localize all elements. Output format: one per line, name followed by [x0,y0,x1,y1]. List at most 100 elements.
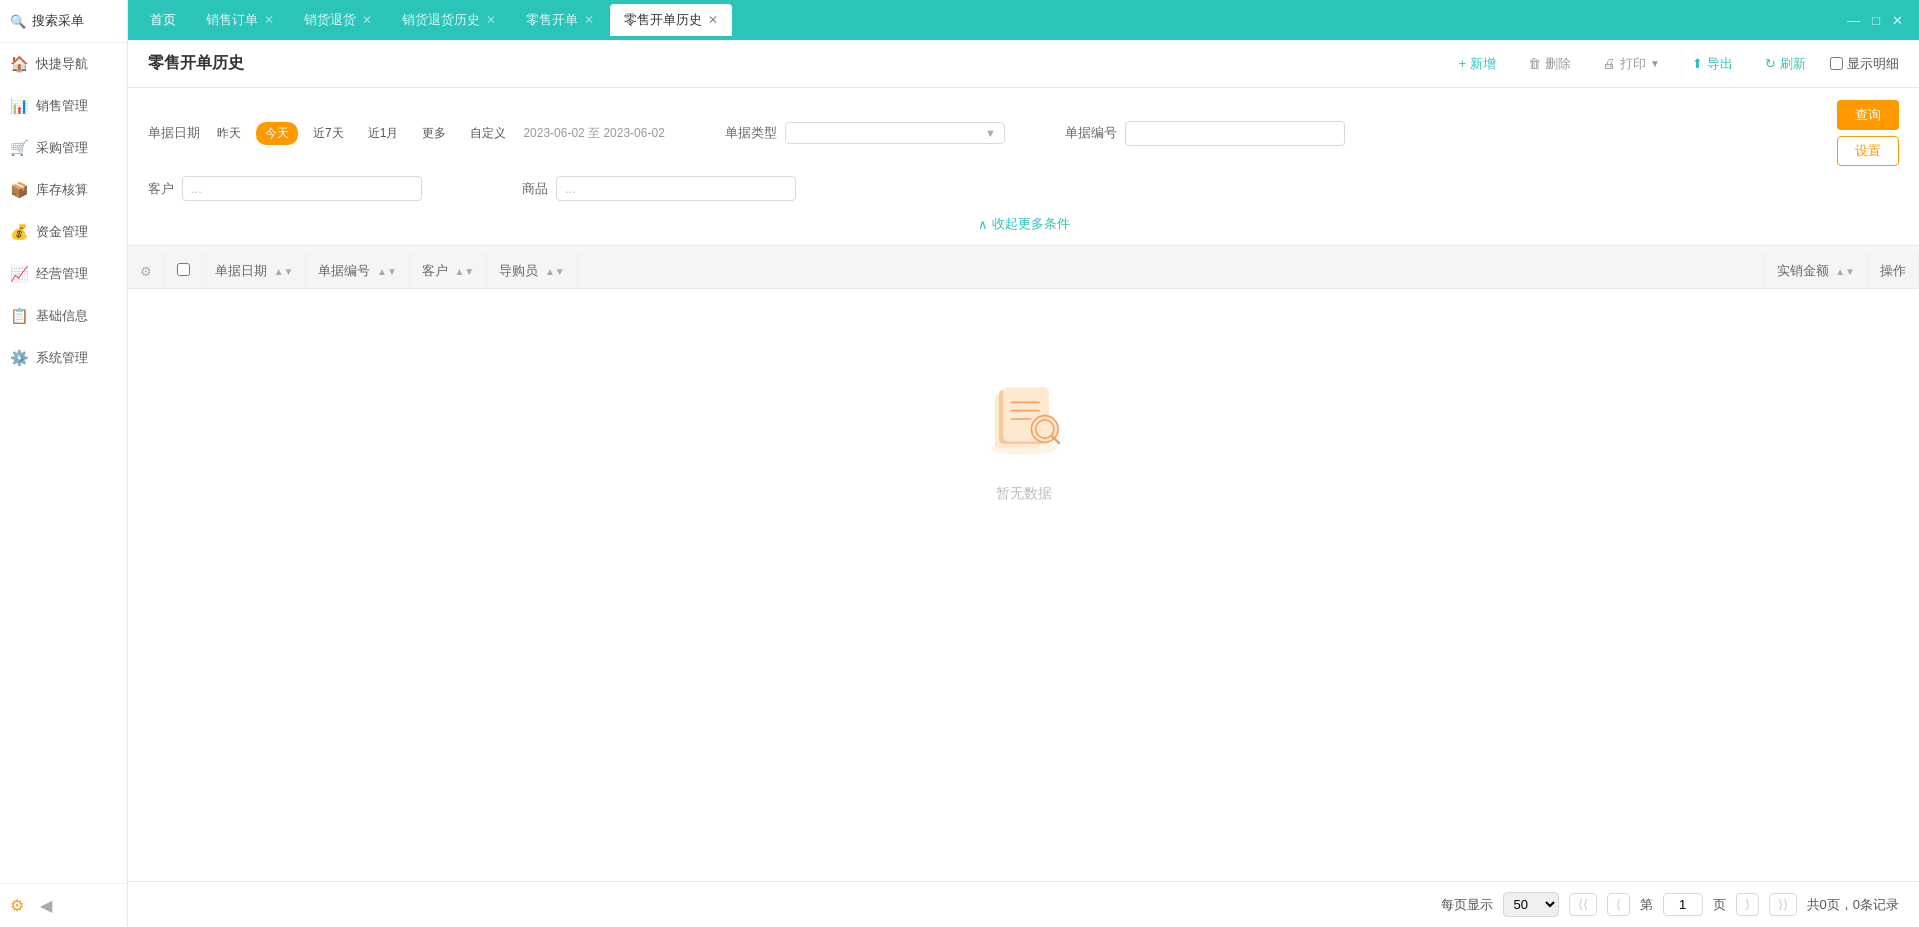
export-icon: ⬆ [1692,56,1703,71]
prev-page-btn[interactable]: ⟨ [1607,893,1630,916]
sort-arrows-amount: ▲▼ [1835,266,1855,277]
sidebar-search[interactable]: 🔍 搜索采单 [0,0,127,43]
date-btn-1month[interactable]: 近1月 [359,122,408,145]
export-label: 导出 [1707,55,1733,73]
number-input[interactable] [1125,121,1345,146]
refresh-button[interactable]: ↻ 刷新 [1757,51,1814,77]
filter-number: 单据编号 [1065,121,1345,146]
delete-icon: 🗑 [1528,56,1541,71]
chart-icon: 📊 [10,97,28,115]
table-area: ⚙ 单据日期 ▲▼ 单据编号 ▲▼ [128,254,1919,881]
tab-sales-return-label: 销货退货 [304,11,356,29]
goods-input[interactable]: ... [556,176,796,201]
page-title: 零售开单历史 [148,53,244,74]
main: 首页 销售订单 ✕ 销货退货 ✕ 销货退货历史 ✕ 零售开单 ✕ 零售开单历史 … [128,0,1919,927]
collapse-button[interactable]: ∧ 收起更多条件 [148,215,1899,233]
add-label: 新增 [1470,55,1496,73]
tabs-bar-right: — □ ✕ [1847,13,1911,28]
sidebar-item-inventory[interactable]: 📦 库存核算 [0,169,127,211]
goods-label: 商品 [522,180,548,198]
filter-row-2: 客户 ... 商品 ... [148,176,1899,201]
tab-retail-open-history-close[interactable]: ✕ [708,13,718,27]
tab-sales-return[interactable]: 销货退货 ✕ [290,4,386,36]
number-label: 单据编号 [1065,124,1117,142]
window-maximize[interactable]: □ [1872,13,1880,28]
th-date[interactable]: 单据日期 ▲▼ [203,254,306,289]
tab-sales-order-label: 销售订单 [206,11,258,29]
date-btn-more[interactable]: 更多 [413,122,455,145]
tab-sales-order-close[interactable]: ✕ [264,13,274,27]
display-toggle[interactable]: 显示明细 [1830,55,1899,73]
date-btn-7days[interactable]: 近7天 [304,122,353,145]
query-button[interactable]: 查询 [1837,100,1899,130]
select-all-checkbox[interactable] [177,263,190,276]
cart-icon: 🛒 [10,139,28,157]
next-page-btn[interactable]: ⟩ [1736,893,1759,916]
sidebar-item-basic-info[interactable]: 📋 基础信息 [0,295,127,337]
refresh-label: 刷新 [1780,55,1806,73]
tab-retail-open-close[interactable]: ✕ [584,13,594,27]
display-checkbox[interactable] [1830,57,1843,70]
tab-retail-open[interactable]: 零售开单 ✕ [512,4,608,36]
toolbar: + 新增 🗑 删除 🖨 打印 ▼ ⬆ 导出 ↻ [1451,51,1900,77]
th-settings[interactable]: ⚙ [128,254,165,289]
page-label: 第 [1640,896,1653,914]
date-btn-today[interactable]: 今天 [256,122,298,145]
collapse-footer-icon[interactable]: ◀ [40,896,52,915]
print-label: 打印 [1620,55,1646,73]
tab-home[interactable]: 首页 [136,4,190,36]
export-button[interactable]: ⬆ 导出 [1684,51,1741,77]
sidebar-footer: ⚙ ◀ [0,883,127,927]
page-input[interactable] [1663,893,1703,916]
filter-row-1: 单据日期 昨天 今天 近7天 近1月 更多 自定义 2023-06-02 至 2… [148,100,1899,166]
tab-sales-order[interactable]: 销售订单 ✕ [192,4,288,36]
sidebar-item-finance[interactable]: 💰 资金管理 [0,211,127,253]
th-action: 操作 [1868,254,1919,289]
total-label: 共0页，0条记录 [1807,896,1899,914]
th-amount[interactable]: 实销金额 ▲▼ [1764,254,1867,289]
tab-sales-return-close[interactable]: ✕ [362,13,372,27]
date-range: 2023-06-02 至 2023-06-02 [523,125,664,142]
sidebar-item-sys-mgmt[interactable]: ⚙️ 系统管理 [0,337,127,379]
tab-retail-open-history[interactable]: 零售开单历史 ✕ [610,4,732,36]
th-checkbox[interactable] [165,254,203,289]
empty-icon [974,369,1074,469]
type-select[interactable]: ▼ [785,122,1005,144]
refresh-icon: ↻ [1765,56,1776,71]
page-header: 零售开单历史 + 新增 🗑 删除 🖨 打印 ▼ ⬆ 导出 [128,40,1919,88]
last-page-btn[interactable]: ⟩⟩ [1769,893,1797,916]
date-btn-custom[interactable]: 自定义 [461,122,515,145]
sidebar-item-purchase-mgmt[interactable]: 🛒 采购管理 [0,127,127,169]
collapse-label: 收起更多条件 [992,215,1070,233]
date-label: 单据日期 [148,124,200,142]
tabs-bar: 首页 销售订单 ✕ 销货退货 ✕ 销货退货历史 ✕ 零售开单 ✕ 零售开单历史 … [128,0,1919,40]
customer-input[interactable]: ... [182,176,422,201]
page-size-select[interactable]: 10 20 50 100 [1503,892,1559,917]
add-button[interactable]: + 新增 [1451,51,1505,77]
first-page-btn[interactable]: ⟨⟨ [1569,893,1597,916]
box-icon: 📦 [10,181,28,199]
filter-goods: 商品 ... [522,176,796,201]
tab-sales-return-history[interactable]: 销货退货历史 ✕ [388,4,510,36]
th-number[interactable]: 单据编号 ▲▼ [306,254,409,289]
filter-customer: 客户 ... [148,176,422,201]
window-minimize[interactable]: — [1847,13,1860,28]
sidebar-nav: 🏠 快捷导航 📊 销售管理 🛒 采购管理 📦 库存核算 💰 资金管理 📈 经营管… [0,43,127,883]
settings-footer-icon[interactable]: ⚙ [10,896,24,915]
operations-icon: 📈 [10,265,28,283]
tab-sales-return-history-close[interactable]: ✕ [486,13,496,27]
sidebar-item-operations[interactable]: 📈 经营管理 [0,253,127,295]
settings-button[interactable]: 设置 [1837,136,1899,166]
th-action-label: 操作 [1880,263,1906,278]
sidebar-item-sales-mgmt[interactable]: 📊 销售管理 [0,85,127,127]
window-close[interactable]: ✕ [1892,13,1903,28]
th-customer[interactable]: 客户 ▲▼ [409,254,486,289]
delete-button[interactable]: 🗑 删除 [1520,51,1579,77]
th-guide[interactable]: 导购员 ▲▼ [487,254,577,289]
data-table: ⚙ 单据日期 ▲▼ 单据编号 ▲▼ [128,254,1919,289]
th-date-label: 单据日期 [215,263,267,278]
sidebar-item-quick-nav[interactable]: 🏠 快捷导航 [0,43,127,85]
print-button[interactable]: 🖨 打印 ▼ [1595,51,1668,77]
sort-arrows-date: ▲▼ [274,266,294,277]
date-btn-yesterday[interactable]: 昨天 [208,122,250,145]
